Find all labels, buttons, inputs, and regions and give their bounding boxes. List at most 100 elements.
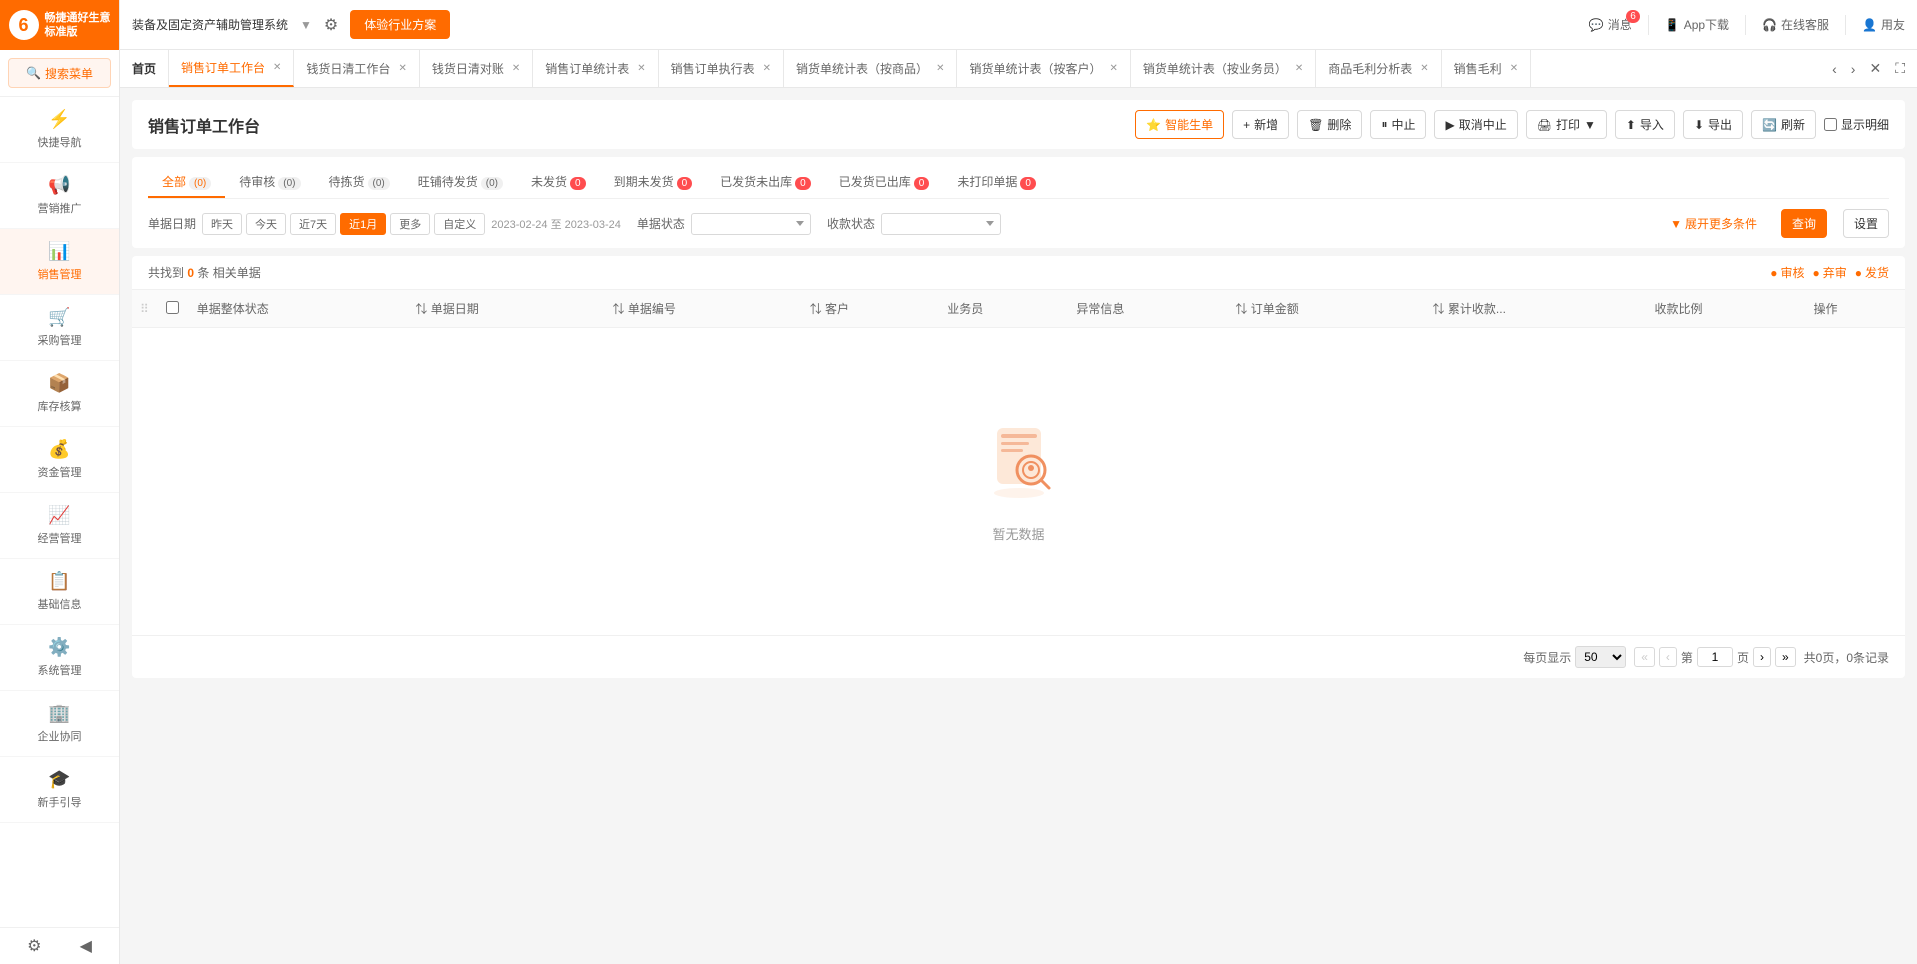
industry-solution-button[interactable]: 体验行业方案 xyxy=(350,10,450,39)
pause-button[interactable]: ⏸ 中止 xyxy=(1370,110,1426,139)
search-menu-button[interactable]: 🔍 搜索菜单 xyxy=(8,58,111,88)
date-btn-1month[interactable]: 近1月 xyxy=(340,213,386,235)
review-action-button[interactable]: ● 审核 xyxy=(1770,264,1804,281)
sidebar-item-enterprise[interactable]: 🏢 企业协同 xyxy=(0,691,119,757)
settings-icon[interactable]: ⚙ xyxy=(27,936,41,956)
tab-close-product-margin[interactable]: ✕ xyxy=(1420,63,1428,74)
tab-home[interactable]: 首页 xyxy=(120,50,169,87)
date-btn-7days[interactable]: 近7天 xyxy=(290,213,336,235)
tab-close-sales-execute[interactable]: ✕ xyxy=(763,63,771,74)
unreviewed-dot-icon: ● xyxy=(1812,266,1819,280)
tab-sales-stats-staff[interactable]: 销货单统计表（按业务员） ✕ xyxy=(1131,50,1316,87)
tab-product-margin[interactable]: 商品毛利分析表 ✕ xyxy=(1316,50,1441,87)
print-chevron-icon: ▼ xyxy=(1584,118,1596,132)
filter-tab-shipped-out[interactable]: 已发货已出库0 xyxy=(825,167,944,198)
payment-select[interactable] xyxy=(881,213,1001,235)
add-button[interactable]: + 新增 xyxy=(1232,110,1289,139)
expand-conditions-button[interactable]: ▼ 展开更多条件 xyxy=(1670,215,1757,232)
query-button[interactable]: 查询 xyxy=(1781,209,1827,238)
user-avatar[interactable]: 👤 用友 xyxy=(1862,16,1905,33)
date-btn-today[interactable]: 今天 xyxy=(246,213,286,235)
filter-tab-wangpu[interactable]: 旺铺待发货(0) xyxy=(404,167,517,198)
ship-action-button[interactable]: ● 发货 xyxy=(1855,264,1889,281)
refresh-button[interactable]: 🔄 刷新 xyxy=(1751,110,1816,139)
tab-close-cash-reconcile[interactable]: ✕ xyxy=(512,63,520,74)
sidebar-item-sales[interactable]: 📊 销售管理 xyxy=(0,229,119,295)
horizontal-scrollbar[interactable] xyxy=(148,623,1889,635)
sidebar-item-guide[interactable]: 🎓 新手引导 xyxy=(0,757,119,823)
show-detail-checkbox[interactable] xyxy=(1824,118,1837,131)
tab-close-cash-daily[interactable]: ✕ xyxy=(398,63,406,74)
tab-sales-margin[interactable]: 销售毛利 ✕ xyxy=(1442,50,1531,87)
online-service-button[interactable]: 🎧 在线客服 xyxy=(1762,16,1829,33)
tab-close-all-button[interactable]: ✕ xyxy=(1865,58,1885,79)
cancel-pause-button[interactable]: ▶ 取消中止 xyxy=(1434,110,1517,139)
tab-close-sales-workbench[interactable]: ✕ xyxy=(273,62,281,73)
smart-create-button[interactable]: ⭐ 智能生单 xyxy=(1135,110,1224,139)
settings-gear-icon[interactable]: ⚙ xyxy=(324,15,338,35)
date-btn-custom[interactable]: 自定义 xyxy=(434,213,485,235)
tab-close-sales-stats-product[interactable]: ✕ xyxy=(936,63,944,74)
date-btn-yesterday[interactable]: 昨天 xyxy=(202,213,242,235)
sidebar-item-purchase[interactable]: 🛒 采购管理 xyxy=(0,295,119,361)
tab-scroll-right-button[interactable]: › xyxy=(1847,59,1860,79)
unreviewed-action-button[interactable]: ● 弃审 xyxy=(1812,264,1846,281)
tab-cash-reconcile[interactable]: 钱货日清对账 ✕ xyxy=(420,50,533,87)
tab-sales-stats-customer[interactable]: 销货单统计表（按客户） ✕ xyxy=(957,50,1130,87)
filter-tab-pending-inspect[interactable]: 待拣货(0) xyxy=(315,167,404,198)
sidebar-item-system[interactable]: ⚙️ 系统管理 xyxy=(0,625,119,691)
sidebar-item-quick-nav[interactable]: ⚡ 快捷导航 xyxy=(0,97,119,163)
tab-close-sales-stats[interactable]: ✕ xyxy=(637,63,645,74)
show-detail-label[interactable]: 显示明细 xyxy=(1824,116,1889,133)
filter-tab-not-shipped[interactable]: 未发货0 xyxy=(517,167,600,198)
logo-text: 畅捷通好生意 标准版 xyxy=(45,11,111,40)
th-customer[interactable]: ⇅ 客户 xyxy=(802,290,940,328)
tab-sales-stats-product[interactable]: 销货单统计表（按商品） ✕ xyxy=(784,50,957,87)
filter-tab-expired-not-shipped[interactable]: 到期未发货0 xyxy=(600,167,707,198)
th-date[interactable]: ⇅ 单据日期 xyxy=(407,290,604,328)
page-number-input[interactable] xyxy=(1697,647,1733,667)
tab-scroll-left-button[interactable]: ‹ xyxy=(1828,59,1841,79)
filter-tab-shipped-not-out[interactable]: 已发货未出库0 xyxy=(706,167,825,198)
tab-close-sales-margin[interactable]: ✕ xyxy=(1510,63,1518,74)
star-icon: ⭐ xyxy=(1146,118,1161,132)
date-btn-more[interactable]: 更多 xyxy=(390,213,430,235)
message-button[interactable]: 💬 消息 6 xyxy=(1589,16,1632,33)
delete-button[interactable]: 🗑 删除 xyxy=(1297,110,1362,139)
tab-close-sales-stats-customer[interactable]: ✕ xyxy=(1109,63,1117,74)
print-button[interactable]: 🖨 打印 ▼ xyxy=(1526,110,1607,139)
filter-tab-all[interactable]: 全部(0) xyxy=(148,167,225,198)
filter-area: 全部(0) 待审核(0) 待拣货(0) 旺铺待发货(0) 未发货0 到期未发货0 xyxy=(132,157,1905,248)
status-select[interactable] xyxy=(691,213,811,235)
th-action: 操作 xyxy=(1806,290,1905,328)
tab-sales-stats[interactable]: 销售订单统计表 ✕ xyxy=(533,50,658,87)
next-page-button[interactable]: › xyxy=(1753,647,1771,667)
tab-cash-daily[interactable]: 钱货日清工作台 ✕ xyxy=(294,50,419,87)
sidebar-item-finance[interactable]: 💰 资金管理 xyxy=(0,427,119,493)
sort-icon-3: ⇅ xyxy=(810,302,822,316)
filter-tab-not-printed[interactable]: 未打印单据0 xyxy=(943,167,1050,198)
sidebar-item-inventory[interactable]: 📦 库存核算 xyxy=(0,361,119,427)
collapse-icon[interactable]: ◀ xyxy=(80,936,92,956)
tab-fullscreen-button[interactable]: ⛶ xyxy=(1891,58,1909,79)
ship-dot-icon: ● xyxy=(1855,266,1862,280)
prev-page-button[interactable]: ‹ xyxy=(1659,647,1677,667)
th-number[interactable]: ⇅ 单据编号 xyxy=(605,290,802,328)
tab-sales-execute[interactable]: 销售订单执行表 ✕ xyxy=(659,50,784,87)
export-button[interactable]: ⬇ 导出 xyxy=(1683,110,1743,139)
th-collected[interactable]: ⇅ 累计收款... xyxy=(1425,290,1647,328)
app-download-button[interactable]: 📱 App下载 xyxy=(1665,16,1729,33)
filter-settings-button[interactable]: 设置 xyxy=(1843,209,1889,238)
filter-tab-pending-review[interactable]: 待审核(0) xyxy=(225,167,314,198)
page-size-select[interactable]: 10 20 50 100 xyxy=(1575,646,1626,668)
last-page-button[interactable]: » xyxy=(1775,647,1796,667)
sidebar-item-basic-info[interactable]: 📋 基础信息 xyxy=(0,559,119,625)
sidebar-item-marketing[interactable]: 📢 营销推广 xyxy=(0,163,119,229)
tab-close-sales-stats-staff[interactable]: ✕ xyxy=(1295,63,1303,74)
import-button[interactable]: ⬆ 导入 xyxy=(1615,110,1675,139)
th-amount[interactable]: ⇅ 订单金额 xyxy=(1227,290,1424,328)
sidebar-item-operations[interactable]: 📈 经营管理 xyxy=(0,493,119,559)
first-page-button[interactable]: « xyxy=(1634,647,1655,667)
tab-sales-workbench[interactable]: 销售订单工作台 ✕ xyxy=(169,50,294,87)
select-all-checkbox[interactable] xyxy=(166,301,179,314)
